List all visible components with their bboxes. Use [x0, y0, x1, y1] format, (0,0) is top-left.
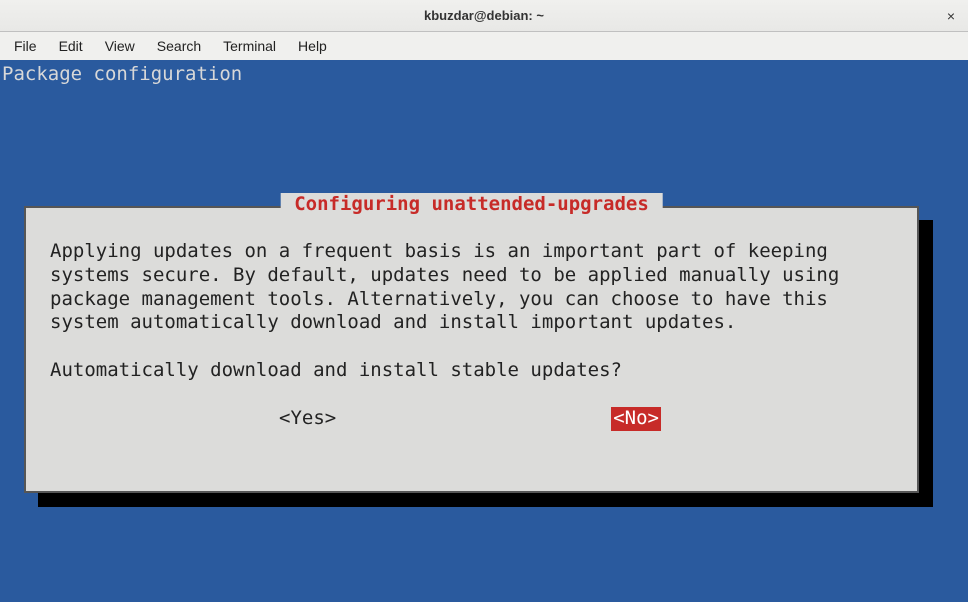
menu-view[interactable]: View [95, 34, 145, 58]
menu-terminal[interactable]: Terminal [213, 34, 286, 58]
dialog-description: Applying updates on a frequent basis is … [50, 240, 893, 335]
yes-button[interactable]: <Yes> [279, 407, 336, 431]
window-title: kbuzdar@debian: ~ [424, 8, 544, 23]
menubar: File Edit View Search Terminal Help [0, 32, 968, 60]
menu-help[interactable]: Help [288, 34, 337, 58]
config-dialog: Configuring unattended-upgrades Applying… [24, 206, 919, 493]
menu-search[interactable]: Search [147, 34, 211, 58]
window-titlebar: kbuzdar@debian: ~ × [0, 0, 968, 32]
menu-file[interactable]: File [4, 34, 47, 58]
close-icon[interactable]: × [942, 7, 960, 25]
terminal-area: Package configuration Configuring unatte… [0, 60, 968, 602]
dialog-question: Automatically download and install stabl… [50, 359, 893, 383]
menu-edit[interactable]: Edit [49, 34, 93, 58]
dialog-buttons: <Yes> <No> [50, 407, 893, 431]
package-config-header: Package configuration [0, 60, 968, 87]
dialog-body: Applying updates on a frequent basis is … [50, 240, 893, 383]
dialog-title: Configuring unattended-upgrades [280, 193, 663, 217]
no-button[interactable]: <No> [611, 407, 661, 431]
